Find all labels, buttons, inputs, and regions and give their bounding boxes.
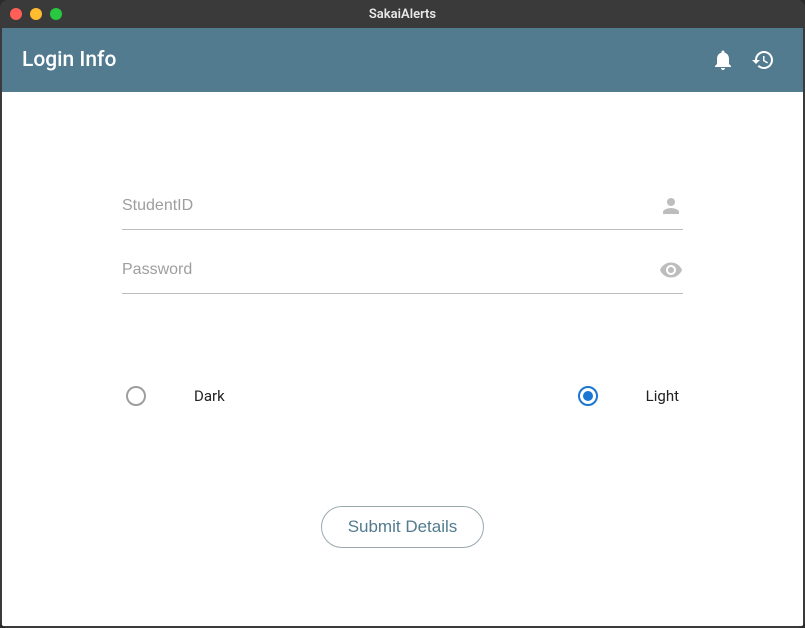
history-button[interactable] bbox=[743, 40, 783, 80]
notifications-button[interactable] bbox=[703, 40, 743, 80]
app-window: SakaiAlerts Login Info bbox=[0, 0, 805, 628]
dark-radio-label: Dark bbox=[194, 387, 225, 405]
light-radio[interactable] bbox=[578, 386, 598, 406]
page-title: Login Info bbox=[22, 48, 116, 72]
password-input[interactable] bbox=[122, 246, 659, 293]
student-id-input[interactable] bbox=[122, 182, 659, 229]
appbar: Login Info bbox=[2, 28, 803, 92]
visibility-icon[interactable] bbox=[659, 258, 683, 282]
dark-theme-option: Dark bbox=[126, 386, 225, 406]
history-icon bbox=[751, 48, 775, 72]
dark-radio[interactable] bbox=[126, 386, 146, 406]
close-button[interactable] bbox=[10, 8, 22, 20]
person-icon bbox=[659, 194, 683, 218]
titlebar: SakaiAlerts bbox=[0, 0, 805, 28]
login-form: Dark Light Submit Details bbox=[2, 92, 803, 626]
window-controls bbox=[10, 8, 62, 20]
student-id-row bbox=[122, 182, 683, 230]
theme-radio-row: Dark Light bbox=[122, 386, 683, 406]
window-title: SakaiAlerts bbox=[0, 7, 805, 22]
password-row bbox=[122, 246, 683, 294]
light-radio-label: Light bbox=[646, 387, 679, 405]
bell-icon bbox=[711, 48, 735, 72]
minimize-button[interactable] bbox=[30, 8, 42, 20]
app-container: Login Info bbox=[2, 28, 803, 626]
light-theme-option: Light bbox=[578, 386, 679, 406]
maximize-button[interactable] bbox=[50, 8, 62, 20]
submit-button[interactable]: Submit Details bbox=[321, 506, 485, 548]
submit-row: Submit Details bbox=[122, 506, 683, 548]
